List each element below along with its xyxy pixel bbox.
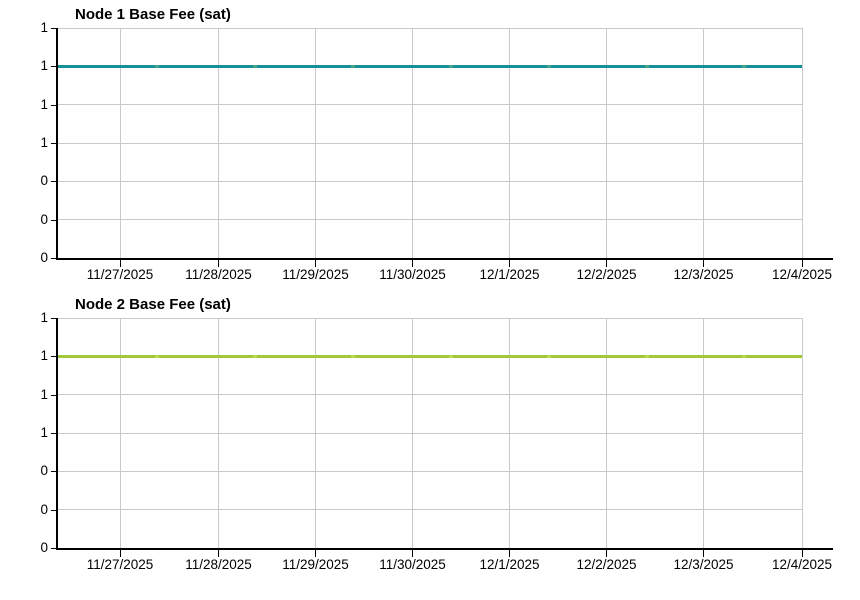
y-axis-tick-label: 0 xyxy=(40,463,48,479)
y-axis-tick-label: 1 xyxy=(40,348,48,364)
x-gridline xyxy=(218,28,219,258)
series-point-marker xyxy=(645,354,649,358)
x-gridline xyxy=(412,318,413,548)
x-axis-tick-mark xyxy=(119,550,121,557)
x-gridline xyxy=(801,28,803,258)
series-point-marker xyxy=(253,354,257,358)
x-axis-tick-label: 11/28/2025 xyxy=(185,267,252,282)
series-point-marker xyxy=(155,354,159,358)
y-axis-tick-label: 0 xyxy=(40,250,48,265)
x-gridline xyxy=(218,318,219,548)
y-gridline xyxy=(58,142,802,144)
x-axis-tick-mark xyxy=(703,260,704,267)
y-gridline xyxy=(58,104,802,106)
y-axis-tick-label: 0 xyxy=(40,173,48,189)
y-axis-tick-label: 1 xyxy=(40,96,48,112)
x-axis-tick-mark xyxy=(315,550,316,557)
y-axis-tick-label: 1 xyxy=(40,425,48,440)
series-line xyxy=(58,64,802,68)
x-gridline xyxy=(119,318,121,548)
y-axis-line xyxy=(56,28,58,260)
x-axis-line xyxy=(56,258,833,260)
x-axis-tick-mark xyxy=(801,260,803,267)
y-gridline xyxy=(58,509,802,511)
series-point-marker xyxy=(351,354,355,358)
x-gridline xyxy=(801,318,803,548)
y-axis-tick-label: 0 xyxy=(40,501,48,517)
x-axis-tick-mark xyxy=(218,260,219,267)
x-axis-tick-label: 12/4/2025 xyxy=(771,557,833,572)
x-axis-tick-mark xyxy=(509,550,510,557)
series-point-marker xyxy=(547,64,551,68)
y-gridline xyxy=(58,317,802,319)
x-axis-tick-label: 11/30/2025 xyxy=(379,557,446,572)
x-axis-tick-mark xyxy=(218,550,219,557)
x-gridline xyxy=(509,28,510,258)
y-gridline xyxy=(58,394,802,396)
y-axis-tick-label: 1 xyxy=(40,20,48,35)
x-gridline xyxy=(119,28,121,258)
series-point-marker xyxy=(742,64,746,68)
x-gridline xyxy=(703,28,704,258)
x-axis-tick-mark xyxy=(606,260,607,267)
x-gridline xyxy=(509,318,510,548)
y-gridline xyxy=(58,470,802,472)
x-axis-tick-label: 11/27/2025 xyxy=(86,267,154,282)
x-axis-tick-label: 12/4/2025 xyxy=(771,267,833,282)
x-axis-tick-mark xyxy=(606,550,607,557)
x-gridline xyxy=(412,28,413,258)
series-point-marker xyxy=(547,354,551,358)
y-gridline xyxy=(58,219,802,221)
y-axis-tick-label: 1 xyxy=(40,386,48,402)
x-axis-tick-label: 11/27/2025 xyxy=(86,557,154,572)
x-gridline xyxy=(606,28,607,258)
series-line xyxy=(58,354,802,358)
y-axis-tick-label: 0 xyxy=(40,211,48,227)
y-axis-line xyxy=(56,318,58,550)
x-gridline xyxy=(703,318,704,548)
x-gridline xyxy=(315,28,316,258)
x-axis-tick-mark xyxy=(509,260,510,267)
x-gridline xyxy=(606,318,607,548)
x-axis-tick-mark xyxy=(412,260,413,267)
y-gridline xyxy=(58,432,802,434)
series-point-marker xyxy=(742,354,746,358)
y-axis-tick-label: 1 xyxy=(40,58,48,74)
x-axis-tick-label: 11/28/2025 xyxy=(185,557,252,572)
x-axis-tick-mark xyxy=(119,260,121,267)
x-axis-tick-label: 11/30/2025 xyxy=(379,267,446,282)
x-gridline xyxy=(315,318,316,548)
chart2-title: Node 2 Base Fee (sat) xyxy=(75,296,231,313)
x-axis-line xyxy=(56,548,833,550)
x-axis-tick-label: 11/29/2025 xyxy=(282,557,349,572)
chart-canvas: Node 1 Base Fee (sat) 1 1 1 1 0 0 0 11/27/2025 1… xyxy=(0,0,860,600)
series-point-marker xyxy=(351,64,355,68)
x-axis-tick-label: 12/1/2025 xyxy=(479,557,540,572)
x-axis-tick-label: 12/3/2025 xyxy=(673,267,734,282)
x-axis-tick-label: 11/29/2025 xyxy=(282,267,349,282)
series-point-marker xyxy=(449,354,453,358)
x-axis-tick-label: 12/3/2025 xyxy=(673,557,734,572)
series-point-marker xyxy=(449,64,453,68)
x-axis-tick-label: 12/2/2025 xyxy=(576,557,637,572)
y-axis-tick-label: 0 xyxy=(40,540,48,555)
chart1-title: Node 1 Base Fee (sat) xyxy=(75,6,231,23)
x-axis-tick-mark xyxy=(801,550,803,557)
y-axis-tick-label: 1 xyxy=(40,310,48,325)
series-point-marker xyxy=(155,64,159,68)
series-point-marker xyxy=(253,64,257,68)
y-gridline xyxy=(58,27,802,29)
x-axis-tick-label: 12/2/2025 xyxy=(576,267,637,282)
y-gridline xyxy=(58,180,802,182)
x-axis-tick-mark xyxy=(315,260,316,267)
x-axis-tick-label: 12/1/2025 xyxy=(479,267,540,282)
x-axis-tick-mark xyxy=(412,550,413,557)
series-point-marker xyxy=(645,64,649,68)
y-axis-tick-label: 1 xyxy=(40,135,48,150)
x-axis-tick-mark xyxy=(703,550,704,557)
